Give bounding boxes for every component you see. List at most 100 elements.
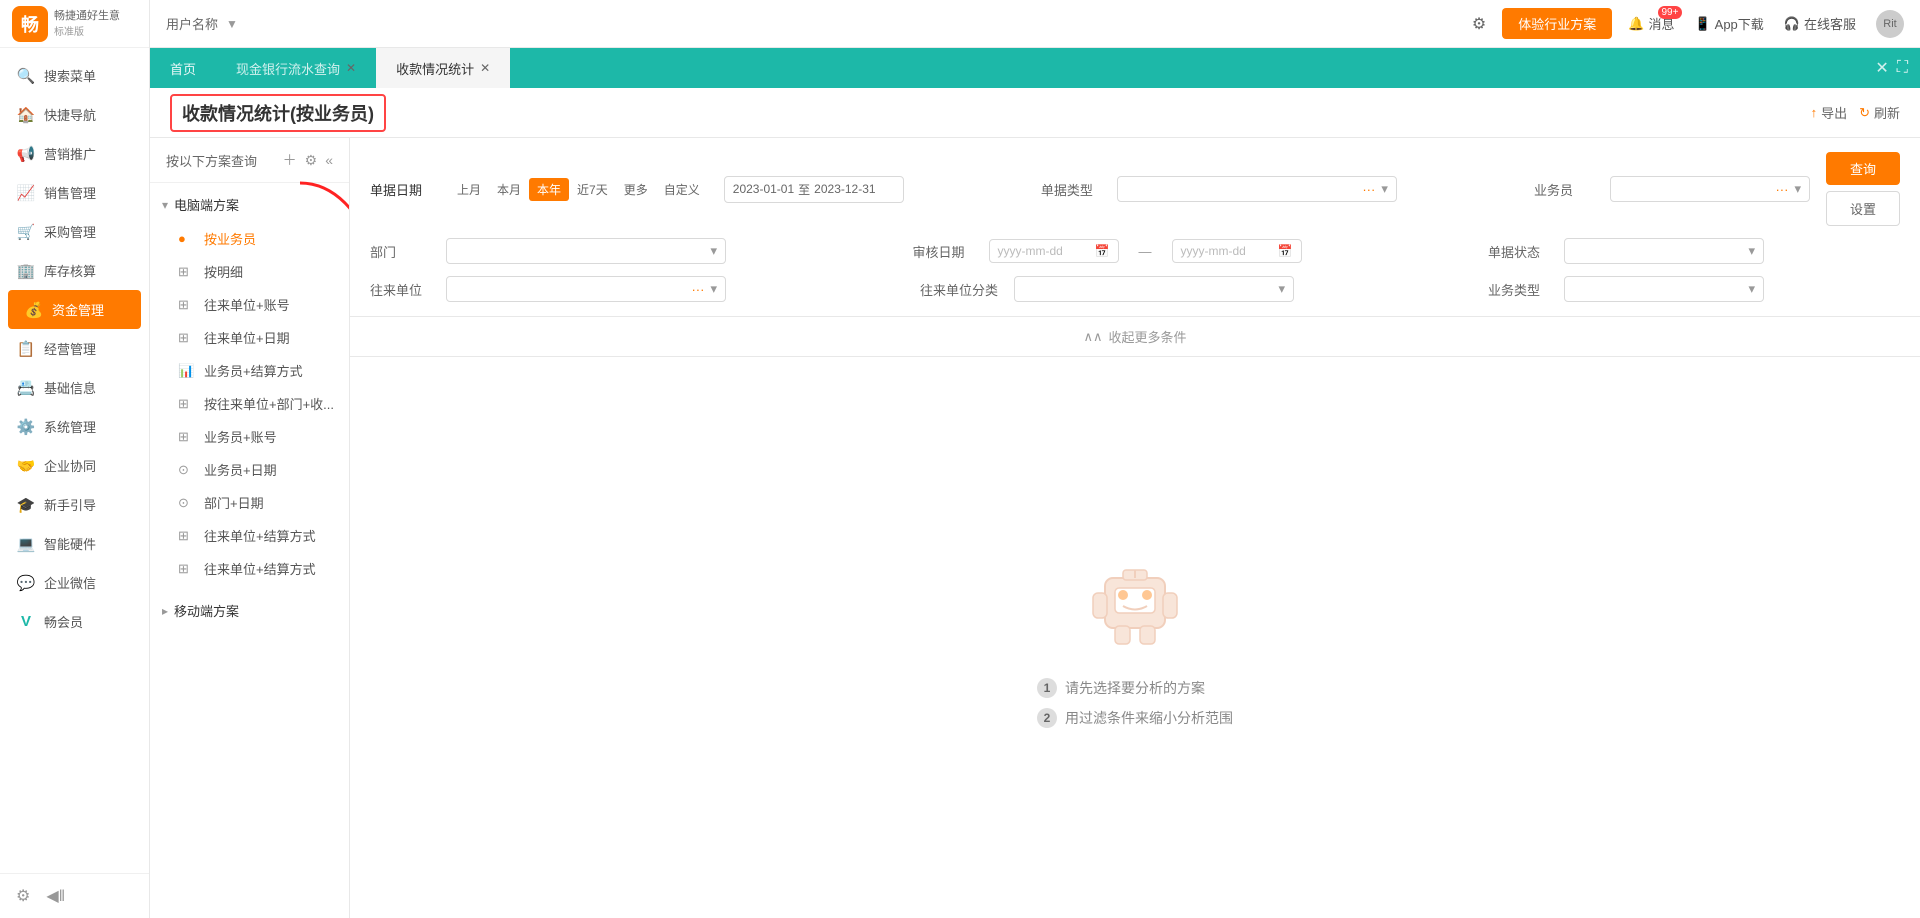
staff-payment-icon: 📊 bbox=[178, 363, 198, 379]
sidebar-item-purchase[interactable]: 🛒 采购管理 bbox=[0, 212, 149, 251]
sidebar-item-corp[interactable]: 🤝 企业协同 bbox=[0, 446, 149, 485]
sidebar-item-operation[interactable]: 📋 经营管理 bbox=[0, 329, 149, 368]
set-button[interactable]: 设置 bbox=[1826, 191, 1900, 226]
step-2-num: 2 bbox=[1037, 708, 1057, 728]
edition-badge: 标准版 bbox=[54, 23, 120, 38]
scheme-item-counterparty-payment2[interactable]: ⊞ 往来单位+结算方式 bbox=[150, 552, 349, 585]
date-btn-more[interactable]: 更多 bbox=[616, 178, 656, 201]
counterparty-category-select[interactable]: ▾ bbox=[1014, 276, 1294, 302]
scheme-item-dept-date[interactable]: ⊙ 部门+日期 bbox=[150, 486, 349, 519]
bill-type-more-icon[interactable]: ··· bbox=[1362, 182, 1375, 197]
counterparty-category-dropdown-icon: ▾ bbox=[1278, 281, 1285, 297]
sidebar-item-inventory[interactable]: 🏢 库存核算 bbox=[0, 251, 149, 290]
date-btn-this-month[interactable]: 本月 bbox=[489, 178, 529, 201]
counterparty-more-icon[interactable]: ··· bbox=[691, 282, 704, 297]
gear-settings-icon[interactable]: ⚙ bbox=[1472, 14, 1486, 34]
chevron-down-icon: ▾ bbox=[162, 198, 168, 212]
date-btn-7days[interactable]: 近7天 bbox=[569, 178, 616, 201]
staff-label: 业务员 bbox=[1534, 180, 1594, 199]
scheme-item-counterparty-date[interactable]: ⊞ 往来单位+日期 bbox=[150, 321, 349, 354]
date-field-label: 单据日期 bbox=[370, 180, 425, 199]
sidebar-item-guide[interactable]: 🎓 新手引导 bbox=[0, 485, 149, 524]
settings-bottom-icon[interactable]: ⚙ bbox=[16, 886, 30, 906]
query-button[interactable]: 查询 bbox=[1826, 152, 1900, 185]
breadcrumb-user: 用户名称 bbox=[166, 14, 218, 33]
app-download-btn[interactable]: 📱 App下载 bbox=[1694, 14, 1763, 33]
active-scheme-icon: ● bbox=[178, 231, 198, 246]
scheme-item-counterparty-payment1[interactable]: ⊞ 往来单位+结算方式 bbox=[150, 519, 349, 552]
bill-status-select[interactable]: ▾ bbox=[1564, 238, 1764, 264]
sidebar-item-quicknav[interactable]: 🏠 快捷导航 bbox=[0, 95, 149, 134]
scheme-item-by-staff[interactable]: ● 按业务员 bbox=[150, 222, 349, 255]
counterparty-category-label: 往来单位分类 bbox=[920, 280, 998, 299]
logo-text: 畅捷通好生意 bbox=[54, 9, 120, 23]
add-scheme-icon[interactable]: ＋ bbox=[283, 150, 297, 170]
tab-receipt-stats-close-icon[interactable]: ✕ bbox=[480, 61, 490, 75]
content-area: 按以下方案查询 ＋ ⚙ « bbox=[150, 138, 1920, 918]
scheme-item-counterparty-account-label: 往来单位+账号 bbox=[204, 295, 290, 314]
review-date-to-input[interactable]: yyyy-mm-dd 📅 bbox=[1172, 239, 1302, 263]
sidebar-item-hardware[interactable]: 💻 智能硬件 bbox=[0, 524, 149, 563]
tab-home[interactable]: 首页 bbox=[150, 48, 216, 88]
trial-button[interactable]: 体验行业方案 bbox=[1502, 8, 1612, 39]
sidebar-item-system[interactable]: ⚙️ 系统管理 bbox=[0, 407, 149, 446]
date-btn-custom[interactable]: 自定义 bbox=[656, 178, 708, 201]
date-btn-this-year[interactable]: 本年 bbox=[529, 178, 569, 201]
scheme-item-counterparty-dept[interactable]: ⊞ 按往来单位+部门+收... bbox=[150, 387, 349, 420]
notification-area[interactable]: 🔔 消息 99+ bbox=[1628, 14, 1674, 33]
tab-receipt-stats[interactable]: 收款情况统计 ✕ bbox=[376, 48, 510, 88]
bill-type-select[interactable]: ··· ▾ bbox=[1117, 176, 1397, 202]
scheme-item-staff-account[interactable]: ⊞ 业务员+账号 bbox=[150, 420, 349, 453]
user-avatar[interactable]: Rit bbox=[1876, 10, 1904, 38]
sidebar-item-purchase-label: 采购管理 bbox=[44, 222, 96, 241]
sidebar-item-basic[interactable]: 📇 基础信息 bbox=[0, 368, 149, 407]
breadcrumb-dropdown-icon[interactable]: ▼ bbox=[226, 17, 238, 31]
breadcrumb-area: 用户名称 ▼ bbox=[166, 14, 1456, 33]
scheme-item-by-staff-label: 按业务员 bbox=[204, 229, 256, 248]
counterparty-dept-icon: ⊞ bbox=[178, 396, 198, 412]
sidebar-item-finance[interactable]: 💰 资金管理 bbox=[8, 290, 141, 329]
scheme-item-counterparty-account[interactable]: ⊞ 往来单位+账号 bbox=[150, 288, 349, 321]
scheme-item-staff-date[interactable]: ⊙ 业务员+日期 bbox=[150, 453, 349, 486]
collapse-bar[interactable]: ∧∧ 收起更多条件 bbox=[350, 317, 1920, 357]
calendar-to-icon[interactable]: 📅 bbox=[1278, 244, 1293, 258]
tab-bank-flow[interactable]: 现金银行流水查询 ✕ bbox=[216, 48, 376, 88]
scheme-settings-icon[interactable]: ⚙ bbox=[305, 152, 318, 169]
desktop-scheme-header[interactable]: ▾ 电脑端方案 bbox=[150, 187, 349, 222]
chevron-right-icon: ▸ bbox=[162, 604, 168, 618]
staff-select[interactable]: ··· ▾ bbox=[1610, 176, 1810, 202]
review-date-label: 审核日期 bbox=[913, 242, 973, 261]
business-type-select[interactable]: ▾ bbox=[1564, 276, 1764, 302]
review-date-from-input[interactable]: yyyy-mm-dd 📅 bbox=[989, 239, 1119, 263]
sidebar-item-member[interactable]: V 畅会员 bbox=[0, 602, 149, 641]
scheme-item-staff-payment[interactable]: 📊 业务员+结算方式 bbox=[150, 354, 349, 387]
sidebar-item-search[interactable]: 🔍 搜索菜单 bbox=[0, 56, 149, 95]
page-actions: ↑ 导出 ↻ 刷新 bbox=[1811, 103, 1900, 122]
date-btn-last-month[interactable]: 上月 bbox=[449, 178, 489, 201]
refresh-button[interactable]: ↻ 刷新 bbox=[1859, 103, 1900, 122]
refresh-icon: ↻ bbox=[1859, 105, 1870, 121]
sidebar-item-sales[interactable]: 📈 销售管理 bbox=[0, 173, 149, 212]
sidebar-item-wechat[interactable]: 💬 企业微信 bbox=[0, 563, 149, 602]
tab-bank-flow-close-icon[interactable]: ✕ bbox=[346, 61, 356, 75]
tab-close-all-icon[interactable]: ✕ bbox=[1875, 58, 1888, 78]
tab-fullscreen-icon[interactable]: ⛶ bbox=[1897, 59, 1908, 77]
date-range-input[interactable]: 2023-01-01 至 2023-12-31 bbox=[724, 176, 904, 203]
counterparty-select[interactable]: ··· ▾ bbox=[446, 276, 726, 302]
mobile-scheme-header[interactable]: ▸ 移动端方案 bbox=[150, 593, 349, 628]
mobile-scheme-group: ▸ 移动端方案 bbox=[150, 589, 349, 632]
bill-type-label: 单据类型 bbox=[1041, 180, 1101, 199]
export-button[interactable]: ↑ 导出 bbox=[1811, 103, 1848, 122]
hardware-icon: 💻 bbox=[16, 535, 36, 553]
sidebar-item-marketing[interactable]: 📢 营销推广 bbox=[0, 134, 149, 173]
calendar-from-icon[interactable]: 📅 bbox=[1095, 244, 1110, 258]
staff-more-icon[interactable]: ··· bbox=[1775, 182, 1788, 197]
dept-select[interactable]: ▾ bbox=[446, 238, 726, 264]
tab-bar: 首页 现金银行流水查询 ✕ 收款情况统计 ✕ ✕ ⛶ bbox=[150, 48, 1920, 88]
collapse-panel-icon[interactable]: « bbox=[325, 152, 333, 168]
query-area: 单据日期 上月 本月 本年 近7天 更多 自定义 2023-01-01 至 20… bbox=[350, 138, 1920, 918]
scheme-item-detail[interactable]: ⊞ 按明细 bbox=[150, 255, 349, 288]
bill-type-dropdown-icon: ▾ bbox=[1381, 181, 1388, 197]
collapse-sidebar-icon[interactable]: ◀‖ bbox=[46, 886, 65, 906]
online-service-btn[interactable]: 🎧 在线客服 bbox=[1784, 14, 1856, 33]
